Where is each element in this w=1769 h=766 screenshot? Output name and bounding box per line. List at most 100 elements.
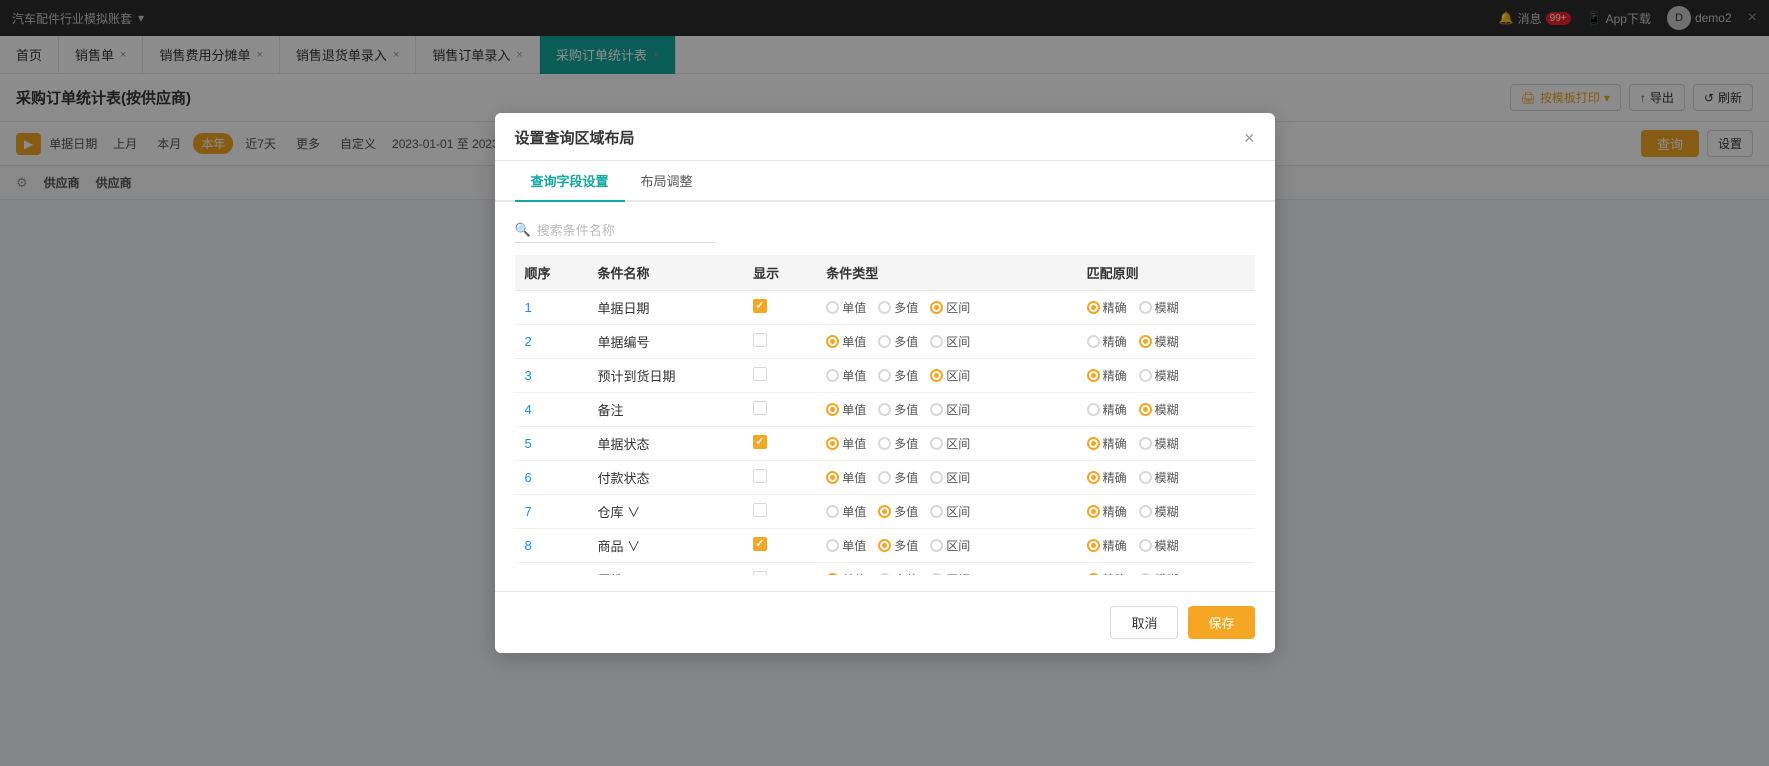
row-condition-name: 单据日期 (588, 291, 744, 325)
radio-item-type[interactable]: 单值 (826, 537, 866, 554)
radio-item-type[interactable]: 单值 (826, 503, 866, 520)
radio-item-type[interactable]: 单值 (826, 367, 866, 384)
radio-item-type[interactable]: 多值 (878, 333, 918, 350)
radio-item-match[interactable]: 精确 (1087, 367, 1127, 384)
radio-label: 区间 (946, 503, 970, 520)
radio-item-type[interactable]: 多值 (878, 537, 918, 554)
cancel-button[interactable]: 取消 (1110, 606, 1178, 639)
radio-item-type[interactable]: 单值 (826, 333, 866, 350)
row-display-checkbox[interactable] (743, 563, 816, 576)
radio-label: 单值 (842, 537, 866, 554)
seq-number: 6 (525, 470, 532, 485)
radio-label: 精确 (1103, 469, 1127, 486)
checkbox-checked[interactable] (753, 299, 767, 313)
modal-tab-query[interactable]: 查询字段设置 (515, 161, 625, 202)
radio-item-type[interactable]: 多值 (878, 401, 918, 418)
seq-number: 3 (525, 368, 532, 383)
radio-item-match[interactable]: 模糊 (1139, 299, 1179, 316)
row-seq: 6 (515, 461, 588, 495)
radio-dot (1139, 301, 1152, 314)
seq-number: 5 (525, 436, 532, 451)
modal-close-button[interactable]: × (1244, 129, 1255, 147)
row-display-checkbox[interactable] (743, 291, 816, 325)
radio-item-match[interactable]: 精确 (1087, 469, 1127, 486)
radio-item-type[interactable]: 多值 (878, 435, 918, 452)
table-row: 8商品 ∨单值多值区间精确模糊 (515, 529, 1255, 563)
radio-item-match[interactable]: 精确 (1087, 401, 1127, 418)
radio-item-match[interactable]: 模糊 (1139, 367, 1179, 384)
checkbox-unchecked[interactable] (753, 401, 767, 415)
radio-item-match[interactable]: 精确 (1087, 537, 1127, 554)
radio-item-type[interactable]: 多值 (878, 469, 918, 486)
radio-item-type[interactable]: 区间 (930, 435, 970, 452)
checkbox-unchecked[interactable] (753, 503, 767, 517)
radio-label: 区间 (946, 333, 970, 350)
radio-item-type[interactable]: 区间 (930, 333, 970, 350)
radio-label: 多值 (894, 537, 918, 554)
checkbox-unchecked[interactable] (753, 571, 767, 575)
radio-item-type[interactable]: 单值 (826, 401, 866, 418)
row-display-checkbox[interactable] (743, 461, 816, 495)
checkbox-unchecked[interactable] (753, 367, 767, 381)
col-header-display: 显示 (743, 255, 816, 291)
radio-item-type[interactable]: 区间 (930, 503, 970, 520)
radio-item-type[interactable]: 区间 (930, 299, 970, 316)
radio-item-match[interactable]: 精确 (1087, 299, 1127, 316)
radio-label: 多值 (894, 503, 918, 520)
radio-item-match[interactable]: 模糊 (1139, 537, 1179, 554)
row-display-checkbox[interactable] (743, 359, 816, 393)
search-input[interactable] (537, 223, 687, 238)
radio-item-match[interactable]: 精确 (1087, 333, 1127, 350)
radio-item-match[interactable]: 精确 (1087, 571, 1127, 575)
radio-item-type[interactable]: 单值 (826, 469, 866, 486)
modal-tab-layout[interactable]: 布局调整 (625, 161, 709, 202)
radio-item-match[interactable]: 模糊 (1139, 571, 1179, 575)
radio-item-type[interactable]: 多值 (878, 299, 918, 316)
radio-item-type[interactable]: 单值 (826, 571, 866, 575)
radio-item-type[interactable]: 区间 (930, 469, 970, 486)
row-display-checkbox[interactable] (743, 427, 816, 461)
checkbox-checked[interactable] (753, 435, 767, 449)
seq-number: 4 (525, 402, 532, 417)
radio-item-type[interactable]: 区间 (930, 401, 970, 418)
radio-item-type[interactable]: 多值 (878, 571, 918, 575)
row-display-checkbox[interactable] (743, 393, 816, 427)
save-button[interactable]: 保存 (1188, 606, 1254, 639)
radio-item-match[interactable]: 精确 (1087, 503, 1127, 520)
radio-item-match[interactable]: 模糊 (1139, 401, 1179, 418)
radio-label: 精确 (1103, 401, 1127, 418)
row-display-checkbox[interactable] (743, 529, 816, 563)
radio-dot (930, 437, 943, 450)
radio-item-type[interactable]: 多值 (878, 367, 918, 384)
radio-item-match[interactable]: 模糊 (1139, 333, 1179, 350)
row-display-checkbox[interactable] (743, 325, 816, 359)
radio-item-match[interactable]: 模糊 (1139, 469, 1179, 486)
row-type-options: 单值多值区间 (816, 359, 1076, 393)
radio-item-type[interactable]: 多值 (878, 503, 918, 520)
checkbox-checked[interactable] (753, 537, 767, 551)
table-row: 1单据日期单值多值区间精确模糊 (515, 291, 1255, 325)
row-seq: 8 (515, 529, 588, 563)
field-search-area: 🔍 (515, 218, 715, 243)
radio-dot (878, 335, 891, 348)
modal-header: 设置查询区域布局 × (495, 113, 1275, 161)
radio-item-match[interactable]: 模糊 (1139, 503, 1179, 520)
checkbox-unchecked[interactable] (753, 469, 767, 483)
radio-label: 单值 (842, 367, 866, 384)
radio-item-type[interactable]: 区间 (930, 571, 970, 575)
radio-label: 精确 (1103, 435, 1127, 452)
radio-item-type[interactable]: 区间 (930, 537, 970, 554)
radio-item-match[interactable]: 模糊 (1139, 435, 1179, 452)
radio-item-match[interactable]: 精确 (1087, 435, 1127, 452)
row-display-checkbox[interactable] (743, 495, 816, 529)
row-match-options: 精确模糊 (1077, 291, 1255, 325)
radio-item-type[interactable]: 单值 (826, 299, 866, 316)
row-condition-name: 单据状态 (588, 427, 744, 461)
radio-item-type[interactable]: 单值 (826, 435, 866, 452)
radio-item-type[interactable]: 区间 (930, 367, 970, 384)
row-match-options: 精确模糊 (1077, 325, 1255, 359)
radio-label: 精确 (1103, 367, 1127, 384)
field-table-scroll[interactable]: 顺序 条件名称 显示 条件类型 匹配原则 1单据日期单值多值区间精确模糊2单据编… (515, 255, 1255, 575)
radio-dot (878, 539, 891, 552)
checkbox-unchecked[interactable] (753, 333, 767, 347)
